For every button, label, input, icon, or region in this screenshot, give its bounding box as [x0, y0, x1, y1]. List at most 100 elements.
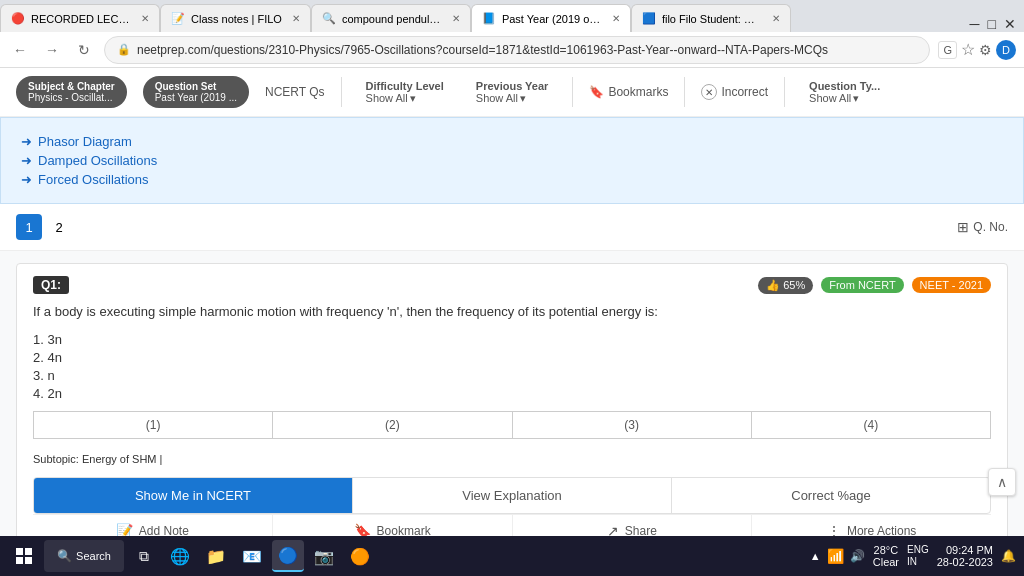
ncert-qs-filter[interactable]: NCERT Qs: [265, 85, 325, 99]
minimize-btn[interactable]: ─: [970, 16, 980, 32]
search-taskbar-button[interactable]: 🔍 Search: [44, 540, 124, 572]
difficulty-label: Difficulty Level: [366, 80, 444, 92]
arrow-icon-3: ➜: [21, 172, 32, 187]
answer-col-3[interactable]: (3): [512, 411, 751, 438]
clock-time: 09:24 PM: [937, 544, 993, 556]
subject-chapter-label: Subject & Chapter: [28, 81, 115, 92]
bookmarks-filter[interactable]: 🔖 Bookmarks: [589, 85, 668, 99]
topic-forced-oscillations[interactable]: ➜ Forced Oscillations: [21, 172, 1003, 187]
extra-app-icon[interactable]: 🟠: [344, 540, 376, 572]
correct-percentage-button[interactable]: Correct %age: [671, 478, 990, 513]
tab-close-3[interactable]: ✕: [452, 13, 460, 24]
q1-likes-pct: 65%: [783, 279, 805, 291]
scroll-to-top-button[interactable]: ∧: [988, 468, 1016, 496]
svg-rect-0: [16, 548, 23, 555]
page-2-btn[interactable]: 2: [46, 214, 72, 240]
q1-option-3: 3. n: [33, 368, 991, 383]
difficulty-chevron: ▾: [410, 92, 416, 105]
tab-close-1[interactable]: ✕: [141, 13, 149, 24]
camera-icon[interactable]: 📷: [308, 540, 340, 572]
main-content-area: ➜ Phasor Diagram ➜ Damped Oscillations ➜…: [0, 117, 1024, 573]
close-btn[interactable]: ✕: [1004, 16, 1016, 32]
tab-close-4[interactable]: ✕: [612, 13, 620, 24]
previous-year-filter[interactable]: Previous Year Show All ▾: [468, 78, 557, 107]
difficulty-filter[interactable]: Difficulty Level Show All ▾: [358, 78, 452, 107]
q1-ncert-badge: From NCERT: [821, 277, 903, 293]
filter-divider-1: [341, 77, 342, 107]
tab-recorded-lecture[interactable]: 🔴 RECORDED LECTURE @ 8:00 p... ✕: [0, 4, 160, 32]
tab-close-5[interactable]: ✕: [772, 13, 780, 24]
tray-arrow[interactable]: ▲: [810, 550, 821, 562]
tab-compound-pendulum[interactable]: 🔍 compound pendulum - Google ... ✕: [311, 4, 471, 32]
chrome-icon[interactable]: 🔵: [272, 540, 304, 572]
subject-chapter-filter[interactable]: Subject & Chapter Physics - Oscillat...: [16, 76, 127, 108]
tab-favicon-1: 🔴: [11, 12, 25, 26]
topic-damped-oscillations[interactable]: ➜ Damped Oscillations: [21, 153, 1003, 168]
q1-badges: 👍 65% From NCERT NEET - 2021: [758, 277, 991, 294]
edge-browser-icon[interactable]: 🌐: [164, 540, 196, 572]
tab-favicon-2: 📝: [171, 12, 185, 26]
q1-option-2: 2. 4n: [33, 350, 991, 365]
option-3-num: 3.: [33, 368, 44, 383]
incorrect-label: Incorrect: [721, 85, 768, 99]
system-tray: ▲ 📶 🔊: [810, 548, 865, 564]
maximize-btn[interactable]: □: [988, 16, 996, 32]
reload-button[interactable]: ↻: [72, 38, 96, 62]
windows-start-button[interactable]: [8, 540, 40, 572]
weather-desc: Clear: [873, 556, 899, 568]
answer-col-2[interactable]: (2): [273, 411, 512, 438]
tab-filo[interactable]: 🟦 filo Filo Student: World's Only Live I…: [631, 4, 791, 32]
search-taskbar-icon: 🔍: [57, 549, 72, 563]
network-icon[interactable]: 📶: [827, 548, 844, 564]
question-1-header: Q1: 👍 65% From NCERT NEET - 2021: [33, 276, 991, 294]
tab-label-5: filo Filo Student: World's Only Live In.…: [662, 13, 762, 25]
forward-button[interactable]: →: [40, 38, 64, 62]
answer-col-1[interactable]: (1): [34, 411, 273, 438]
task-view-button[interactable]: ⧉: [128, 540, 160, 572]
bookmark-icon: 🔖: [589, 85, 604, 99]
volume-icon[interactable]: 🔊: [850, 549, 865, 563]
subtopic-value: Energy of SHM |: [82, 453, 163, 465]
browser-tab-bar: 🔴 RECORDED LECTURE @ 8:00 p... ✕ 📝 Class…: [0, 0, 1024, 32]
incorrect-filter[interactable]: ✕ Incorrect: [701, 84, 768, 100]
page-1-btn[interactable]: 1: [16, 214, 42, 240]
option-4-num: 4.: [33, 386, 44, 401]
arrow-icon-1: ➜: [21, 134, 32, 149]
difficulty-value: Show All ▾: [366, 92, 416, 105]
answer-col-4[interactable]: (4): [751, 411, 990, 438]
search-taskbar-label: Search: [76, 550, 111, 562]
tab-close-2[interactable]: ✕: [292, 13, 300, 24]
arrow-icon-2: ➜: [21, 153, 32, 168]
clock-widget[interactable]: 09:24 PM 28-02-2023: [937, 544, 993, 568]
tab-class-notes[interactable]: 📝 Class notes | FILO ✕: [160, 4, 311, 32]
topic-label-3: Forced Oscillations: [38, 172, 149, 187]
q-no-button[interactable]: ⊞ Q. No.: [957, 219, 1008, 235]
view-explanation-button[interactable]: View Explanation: [352, 478, 671, 513]
option-1-text: 3n: [47, 332, 61, 347]
weather-temp: 28°C: [873, 544, 899, 556]
question-type-filter[interactable]: Question Ty... Show All ▾: [801, 78, 888, 107]
tab-past-year[interactable]: 📘 Past Year (2019 onward - NTA Pa... ✕: [471, 4, 631, 32]
q1-option-1: 1. 3n: [33, 332, 991, 347]
notification-btn[interactable]: 🔔: [1001, 549, 1016, 563]
filter-divider-3: [684, 77, 685, 107]
topic-phasor-diagram[interactable]: ➜ Phasor Diagram: [21, 134, 1003, 149]
option-2-num: 2.: [33, 350, 44, 365]
lock-icon: 🔒: [117, 43, 131, 56]
back-button[interactable]: ←: [8, 38, 32, 62]
mail-icon[interactable]: 📧: [236, 540, 268, 572]
question-set-filter[interactable]: Question Set Past Year (2019 ...: [143, 76, 249, 108]
topic-links-box: ➜ Phasor Diagram ➜ Damped Oscillations ➜…: [0, 117, 1024, 204]
extension-btn[interactable]: ⚙: [979, 42, 992, 58]
weather-widget[interactable]: 28°C Clear: [873, 544, 899, 568]
show-me-ncert-button[interactable]: Show Me in NCERT: [34, 478, 352, 513]
question-set-label: Question Set: [155, 81, 237, 92]
q1-action-row: Show Me in NCERT View Explanation Correc…: [33, 477, 991, 514]
language-selector[interactable]: ENG IN: [907, 544, 929, 568]
profile-btn[interactable]: D: [996, 40, 1016, 60]
file-explorer-icon[interactable]: 📁: [200, 540, 232, 572]
address-bar[interactable]: 🔒 neetprep.com/questions/2310-Physics/79…: [104, 36, 930, 64]
bookmark-star-btn[interactable]: ☆: [961, 40, 975, 59]
google-btn[interactable]: G: [938, 41, 957, 59]
previous-year-value: Show All ▾: [476, 92, 526, 105]
